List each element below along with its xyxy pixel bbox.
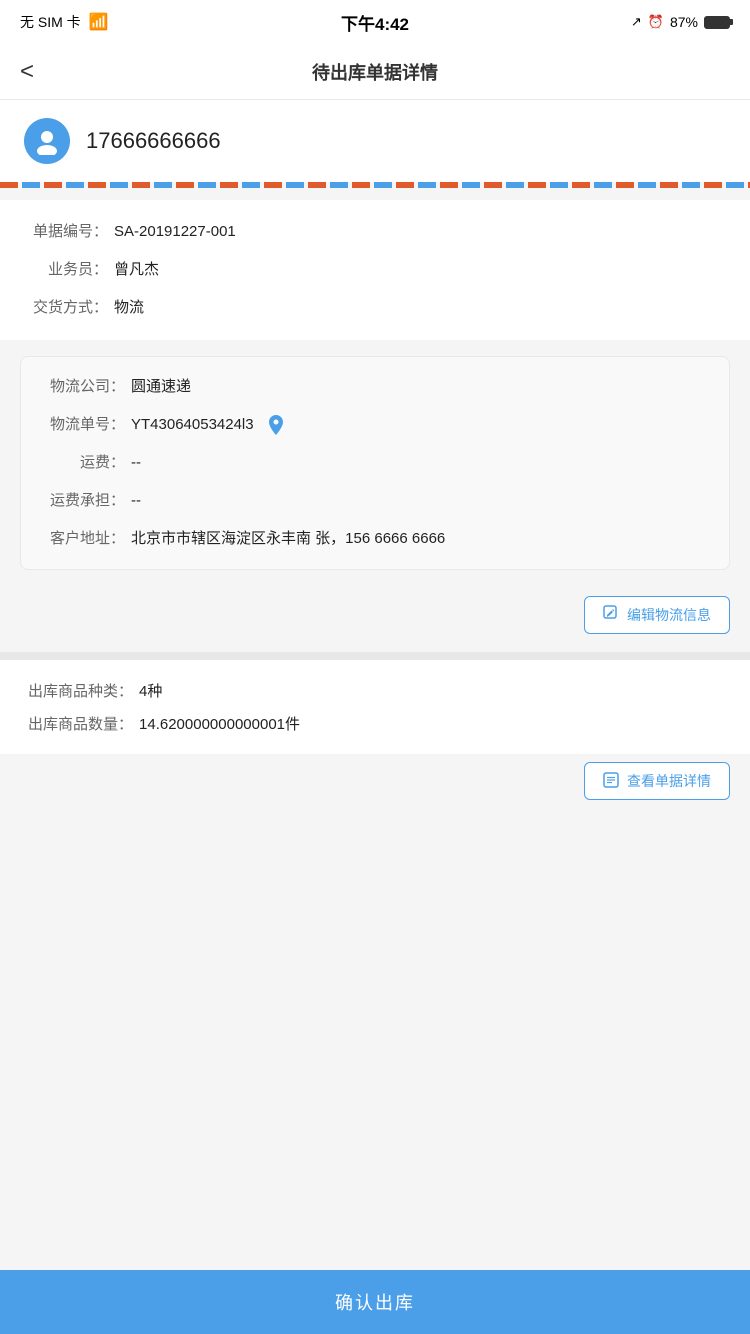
edit-action-row: 编辑物流信息 bbox=[0, 586, 750, 652]
confirm-outbound-button[interactable]: 确认出库 bbox=[0, 1270, 750, 1334]
battery-label: 87% bbox=[670, 14, 698, 30]
carrier-label: 无 SIM 卡 bbox=[20, 12, 81, 32]
tracking-number: YT43064053424l3 bbox=[131, 413, 254, 437]
freight-bearer-label: 运费承担： bbox=[45, 489, 125, 513]
address-label: 客户地址： bbox=[45, 527, 125, 551]
sales-person-row: 业务员： 曾凡杰 bbox=[28, 258, 722, 282]
location-icon: ↗ bbox=[631, 14, 642, 30]
logistics-tracking-value: YT43064053424l3 bbox=[131, 413, 705, 437]
view-detail-button[interactable]: 查看单据详情 bbox=[584, 762, 730, 800]
logistics-tracking-row: 物流单号： YT43064053424l3 bbox=[45, 413, 705, 437]
delivery-method-row: 交货方式： 物流 bbox=[28, 296, 722, 320]
dashed-separator bbox=[0, 182, 750, 188]
goods-type-label: 出库商品种类： bbox=[28, 680, 133, 701]
address-row: 客户地址： 北京市市辖区海淀区永丰南 张，156 6666 6666 bbox=[45, 527, 705, 551]
sales-person-label: 业务员： bbox=[28, 258, 108, 282]
alarm-icon: ⏰ bbox=[648, 14, 664, 30]
customer-phone: 17666666666 bbox=[86, 128, 221, 154]
delivery-method-label: 交货方式： bbox=[28, 296, 108, 320]
section-divider bbox=[0, 652, 750, 660]
freight-bearer-row: 运费承担： -- bbox=[45, 489, 705, 513]
avatar bbox=[24, 118, 70, 164]
goods-quantity-label: 出库商品数量： bbox=[28, 713, 133, 734]
edit-logistics-label: 编辑物流信息 bbox=[627, 605, 711, 625]
order-info-section: 单据编号： SA-20191227-001 业务员： 曾凡杰 交货方式： 物流 bbox=[0, 200, 750, 340]
freight-value: -- bbox=[131, 451, 705, 475]
logistics-tracking-label: 物流单号： bbox=[45, 413, 125, 437]
page-title: 待出库单据详情 bbox=[312, 59, 438, 85]
wifi-icon: 📶 bbox=[89, 12, 109, 32]
address-value: 北京市市辖区海淀区永丰南 张，156 6666 6666 bbox=[131, 527, 705, 551]
status-time: 下午4:42 bbox=[341, 10, 409, 35]
status-bar: 无 SIM 卡 📶 下午4:42 ↗ ⏰ 87% bbox=[0, 0, 750, 44]
confirm-outbound-label: 确认出库 bbox=[335, 1289, 415, 1315]
logistics-company-value: 圆通速递 bbox=[131, 375, 705, 399]
view-detail-label: 查看单据详情 bbox=[627, 771, 711, 791]
status-right: ↗ ⏰ 87% bbox=[631, 14, 730, 30]
battery-icon bbox=[704, 16, 730, 29]
nav-bar: < 待出库单据详情 bbox=[0, 44, 750, 100]
order-number-value: SA-20191227-001 bbox=[114, 220, 722, 244]
status-left: 无 SIM 卡 📶 bbox=[20, 12, 109, 32]
back-button[interactable]: < bbox=[12, 50, 42, 94]
goods-quantity-value: 14.620000000000001件 bbox=[139, 713, 300, 734]
edit-logistics-button[interactable]: 编辑物流信息 bbox=[584, 596, 730, 634]
order-number-label: 单据编号： bbox=[28, 220, 108, 244]
goods-quantity-row: 出库商品数量： 14.620000000000001件 bbox=[28, 713, 722, 734]
logistics-company-row: 物流公司： 圆通速递 bbox=[45, 375, 705, 399]
logistics-card: 物流公司： 圆通速递 物流单号： YT43064053424l3 运费： -- … bbox=[20, 356, 730, 570]
order-number-row: 单据编号： SA-20191227-001 bbox=[28, 220, 722, 244]
detail-icon bbox=[603, 772, 619, 791]
freight-label: 运费： bbox=[45, 451, 125, 475]
location-pin-icon[interactable] bbox=[264, 413, 288, 437]
goods-type-value: 4种 bbox=[139, 680, 162, 701]
empty-area bbox=[0, 818, 750, 978]
freight-bearer-value: -- bbox=[131, 489, 705, 513]
customer-header: 17666666666 bbox=[0, 100, 750, 182]
freight-row: 运费： -- bbox=[45, 451, 705, 475]
logistics-company-label: 物流公司： bbox=[45, 375, 125, 399]
edit-icon bbox=[603, 605, 619, 625]
goods-type-row: 出库商品种类： 4种 bbox=[28, 680, 722, 701]
goods-section: 出库商品种类： 4种 出库商品数量： 14.620000000000001件 bbox=[0, 660, 750, 754]
delivery-method-value: 物流 bbox=[114, 296, 722, 320]
sales-person-value: 曾凡杰 bbox=[114, 258, 722, 282]
detail-action-row: 查看单据详情 bbox=[0, 754, 750, 818]
